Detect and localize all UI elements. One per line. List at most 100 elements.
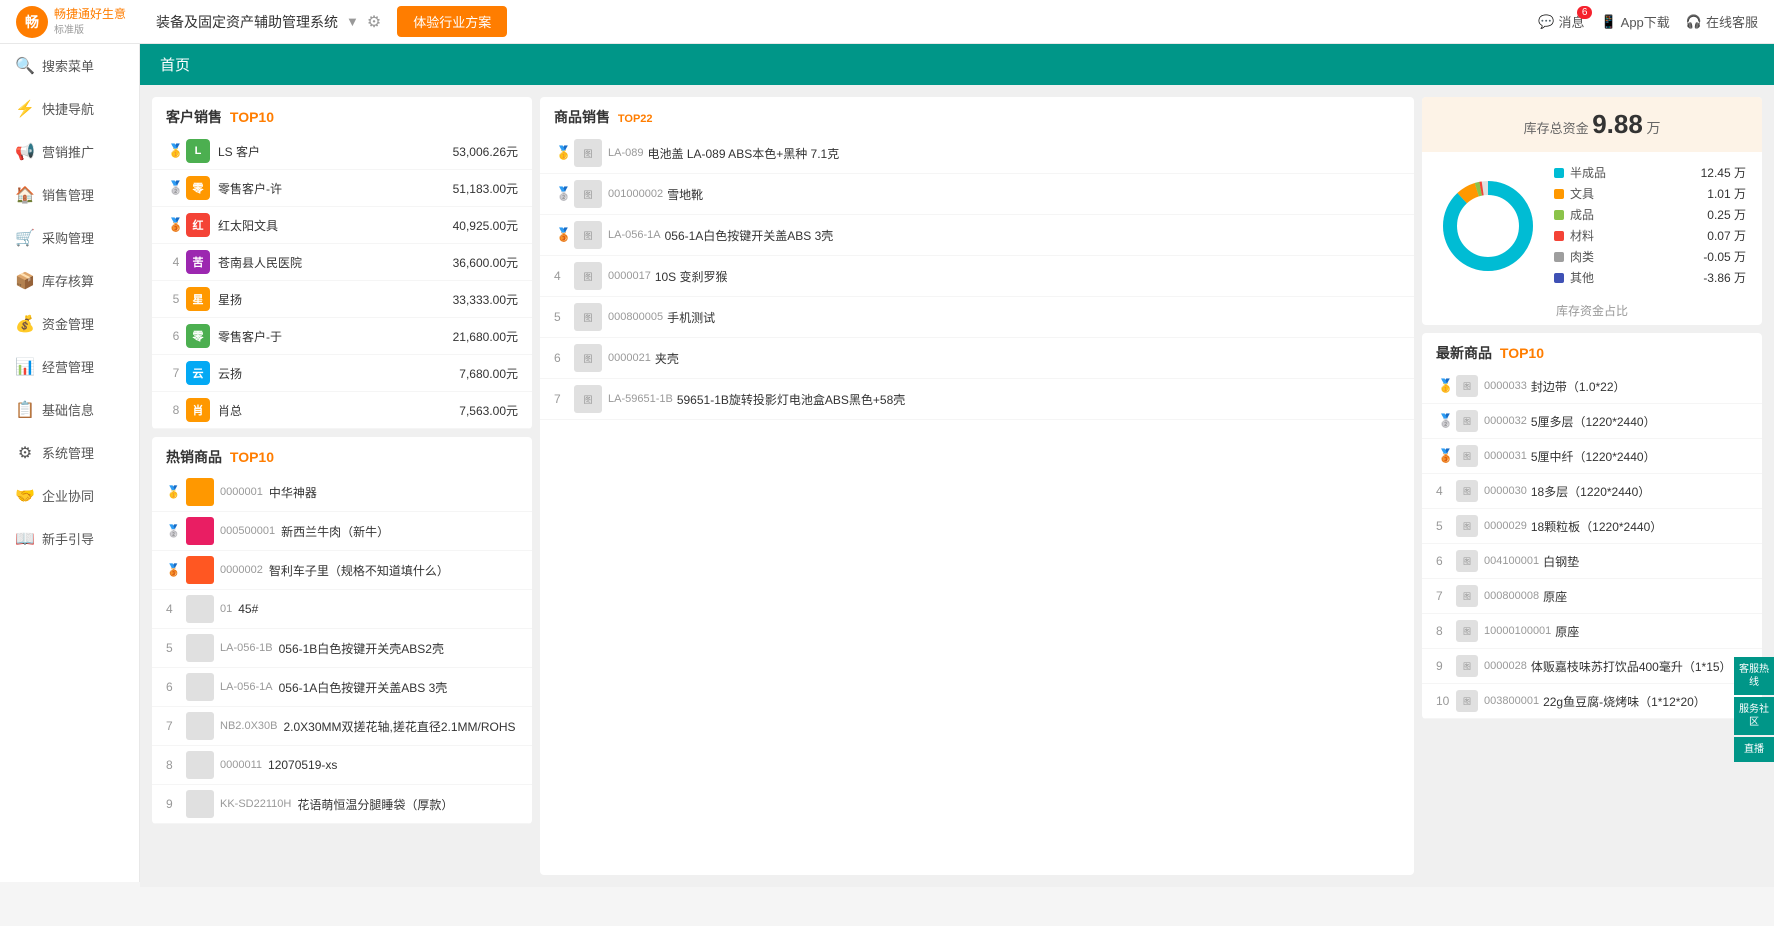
- sidebar-label-finance: 资金管理: [42, 314, 94, 333]
- donut-chart: [1438, 176, 1538, 279]
- legend-item-3: 成品 0.25 万: [1554, 206, 1746, 223]
- customer-name-8: 肖总: [218, 402, 459, 419]
- handshake-icon: 🤝: [16, 487, 34, 505]
- legend-item-6: 其他 -3.86 万: [1554, 269, 1746, 286]
- online-service-button[interactable]: 🎧 在线客服: [1686, 12, 1758, 31]
- customer-avatar-7: 云: [186, 361, 210, 385]
- sidebar-item-quicknav[interactable]: ⚡ 快捷导航: [0, 87, 139, 130]
- hot-product-img-4: [186, 595, 214, 623]
- sidebar-label-sales: 销售管理: [42, 185, 94, 204]
- new-code-7: 000800008: [1484, 590, 1539, 602]
- legend-val-5: -0.05 万: [1703, 248, 1746, 265]
- donut-chart-area: 半成品 12.45 万 文具 1.01 万 成品 0.25 万: [1422, 152, 1762, 302]
- sidebar-item-search[interactable]: 🔍 搜索菜单: [0, 44, 139, 87]
- dropdown-arrow-icon[interactable]: ▼: [346, 14, 359, 29]
- message-badge: 6: [1577, 6, 1593, 19]
- hot-code-3: 0000002: [220, 564, 263, 576]
- inventory-unit: 万: [1646, 120, 1660, 136]
- hot-product-row-5: 5 LA-056-1B 056-1B白色按键开关壳ABS2壳: [152, 629, 532, 668]
- cs-community-button[interactable]: 服务社区: [1734, 697, 1774, 735]
- hot-product-row-9: 9 KK-SD22110H 花语萌恒温分腿睡袋（厚款）: [152, 785, 532, 824]
- new-img-6: 图: [1456, 550, 1478, 572]
- new-rank-2: 🥈: [1436, 413, 1456, 429]
- main-content: 首页 客户销售 TOP10 🥇 L LS 客户 53,006.26元: [140, 44, 1774, 887]
- sidebar-label-basic: 基础信息: [42, 400, 94, 419]
- hot-name-3: 智利车子里（规格不知道填什么）: [269, 562, 518, 579]
- legend-dot-3: [1554, 210, 1564, 220]
- cs-hotline-button[interactable]: 客服热线: [1734, 657, 1774, 695]
- customer-value-5: 33,333.00元: [453, 291, 518, 308]
- new-img-7: 图: [1456, 585, 1478, 607]
- sidebar-item-marketing[interactable]: 📢 营销推广: [0, 130, 139, 173]
- sidebar-label-operation: 经营管理: [42, 357, 94, 376]
- hot-product-img-2: [186, 517, 214, 545]
- new-product-row-9: 9 图 0000028 体贩嘉枝味苏打饮品400毫升（1*15）: [1422, 649, 1762, 684]
- hot-code-1: 0000001: [220, 486, 263, 498]
- customer-name-1: LS 客户: [218, 143, 453, 160]
- new-code-4: 0000030: [1484, 485, 1527, 497]
- new-name-9: 体贩嘉枝味苏打饮品400毫升（1*15）: [1531, 658, 1748, 675]
- hot-product-row-3: 🥉 0000002 智利车子里（规格不知道填什么）: [152, 551, 532, 590]
- sidebar-label-system: 系统管理: [42, 443, 94, 462]
- app-label: App下载: [1621, 12, 1670, 31]
- customer-list: 🥇 L LS 客户 53,006.26元 🥈 零 零售客户-许 51,183.0…: [152, 133, 532, 429]
- legend-val-1: 12.45 万: [1701, 164, 1746, 181]
- selling-name-6: 夹壳: [655, 350, 1400, 367]
- sidebar-item-inventory[interactable]: 📦 库存核算: [0, 259, 139, 302]
- logo-text-block: 畅捷通好生意 标准版: [54, 7, 126, 36]
- selling-products-list[interactable]: 🥇 图 LA-089 电池盖 LA-089 ABS本色+黑种 7.1克 🥈 图 …: [540, 133, 1414, 420]
- sidebar-item-corp[interactable]: 🤝 企业协同: [0, 474, 139, 517]
- sidebar-item-system[interactable]: ⚙ 系统管理: [0, 431, 139, 474]
- legend-name-5: 肉类: [1570, 248, 1703, 265]
- new-product-row-10: 10 图 003800001 22g鱼豆腐-烧烤味（1*12*20）: [1422, 684, 1762, 719]
- sidebar-item-sales[interactable]: 🏠 销售管理: [0, 173, 139, 216]
- sidebar-item-basic[interactable]: 📋 基础信息: [0, 388, 139, 431]
- topbar-system: 装备及固定资产辅助管理系统 ▼ ⚙ 体验行业方案: [156, 6, 1538, 37]
- trial-button[interactable]: 体验行业方案: [397, 6, 507, 37]
- hot-products-card: 热销商品 TOP10 🥇 0000001 中华神器 🥈 000500001 新: [152, 437, 532, 824]
- sidebar-label-purchase: 采购管理: [42, 228, 94, 247]
- hot-name-7: 2.0X30MM双搓花轴,搓花直径2.1MM/ROHS: [283, 718, 518, 735]
- selling-row-3: 🥉 图 LA-056-1A 056-1A白色按键开关盖ABS 3壳: [540, 215, 1414, 256]
- hot-rank-5: 5: [166, 641, 186, 655]
- hot-code-7: NB2.0X30B: [220, 720, 277, 732]
- selling-code-6: 0000021: [608, 352, 651, 364]
- legend-name-4: 材料: [1570, 227, 1707, 244]
- new-img-1: 图: [1456, 375, 1478, 397]
- selling-code-4: 0000017: [608, 270, 651, 282]
- sidebar-item-operation[interactable]: 📊 经营管理: [0, 345, 139, 388]
- selling-code-3: LA-056-1A: [608, 229, 661, 241]
- sidebar-label-search: 搜索菜单: [42, 56, 94, 75]
- selling-img-7: 图: [574, 385, 602, 413]
- hot-code-2: 000500001: [220, 525, 275, 537]
- rank-medal-2: 🥈: [166, 180, 186, 196]
- system-name: 装备及固定资产辅助管理系统: [156, 12, 338, 32]
- legend-name-2: 文具: [1570, 185, 1707, 202]
- hot-rank-4: 4: [166, 602, 186, 616]
- hot-name-4: 45#: [238, 602, 518, 616]
- inventory-value: 9.88: [1592, 109, 1643, 139]
- book-icon: 📖: [16, 530, 34, 548]
- hot-name-5: 056-1B白色按键开关壳ABS2壳: [279, 640, 518, 657]
- selling-rank-2: 🥈: [554, 186, 574, 202]
- customer-avatar-4: 苦: [186, 250, 210, 274]
- app-download-button[interactable]: 📱 App下载: [1600, 12, 1669, 31]
- sidebar-item-guide[interactable]: 📖 新手引导: [0, 517, 139, 560]
- legend-dot-2: [1554, 189, 1564, 199]
- sidebar-item-purchase[interactable]: 🛒 采购管理: [0, 216, 139, 259]
- new-product-row-7: 7 图 000800008 原座: [1422, 579, 1762, 614]
- cs-live-button[interactable]: 直播: [1734, 737, 1774, 762]
- sidebar-item-finance[interactable]: 💰 资金管理: [0, 302, 139, 345]
- house-icon: 🏠: [16, 186, 34, 204]
- customer-row-2: 🥈 零 零售客户-许 51,183.00元: [152, 170, 532, 207]
- message-button[interactable]: 💬 消息 6: [1538, 12, 1584, 31]
- gear-icon[interactable]: ⚙: [367, 12, 381, 32]
- new-name-7: 原座: [1543, 588, 1748, 605]
- legend-list: 半成品 12.45 万 文具 1.01 万 成品 0.25 万: [1554, 164, 1746, 290]
- lightning-icon: ⚡: [16, 100, 34, 118]
- new-product-row-2: 🥈 图 0000032 5厘多层（1220*2440）: [1422, 404, 1762, 439]
- customer-row-4: 4 苦 苍南县人民医院 36,600.00元: [152, 244, 532, 281]
- inventory-ratio-label: 库存资金占比: [1422, 302, 1762, 325]
- hot-rank-6: 6: [166, 680, 186, 694]
- selling-rank-7: 7: [554, 392, 574, 406]
